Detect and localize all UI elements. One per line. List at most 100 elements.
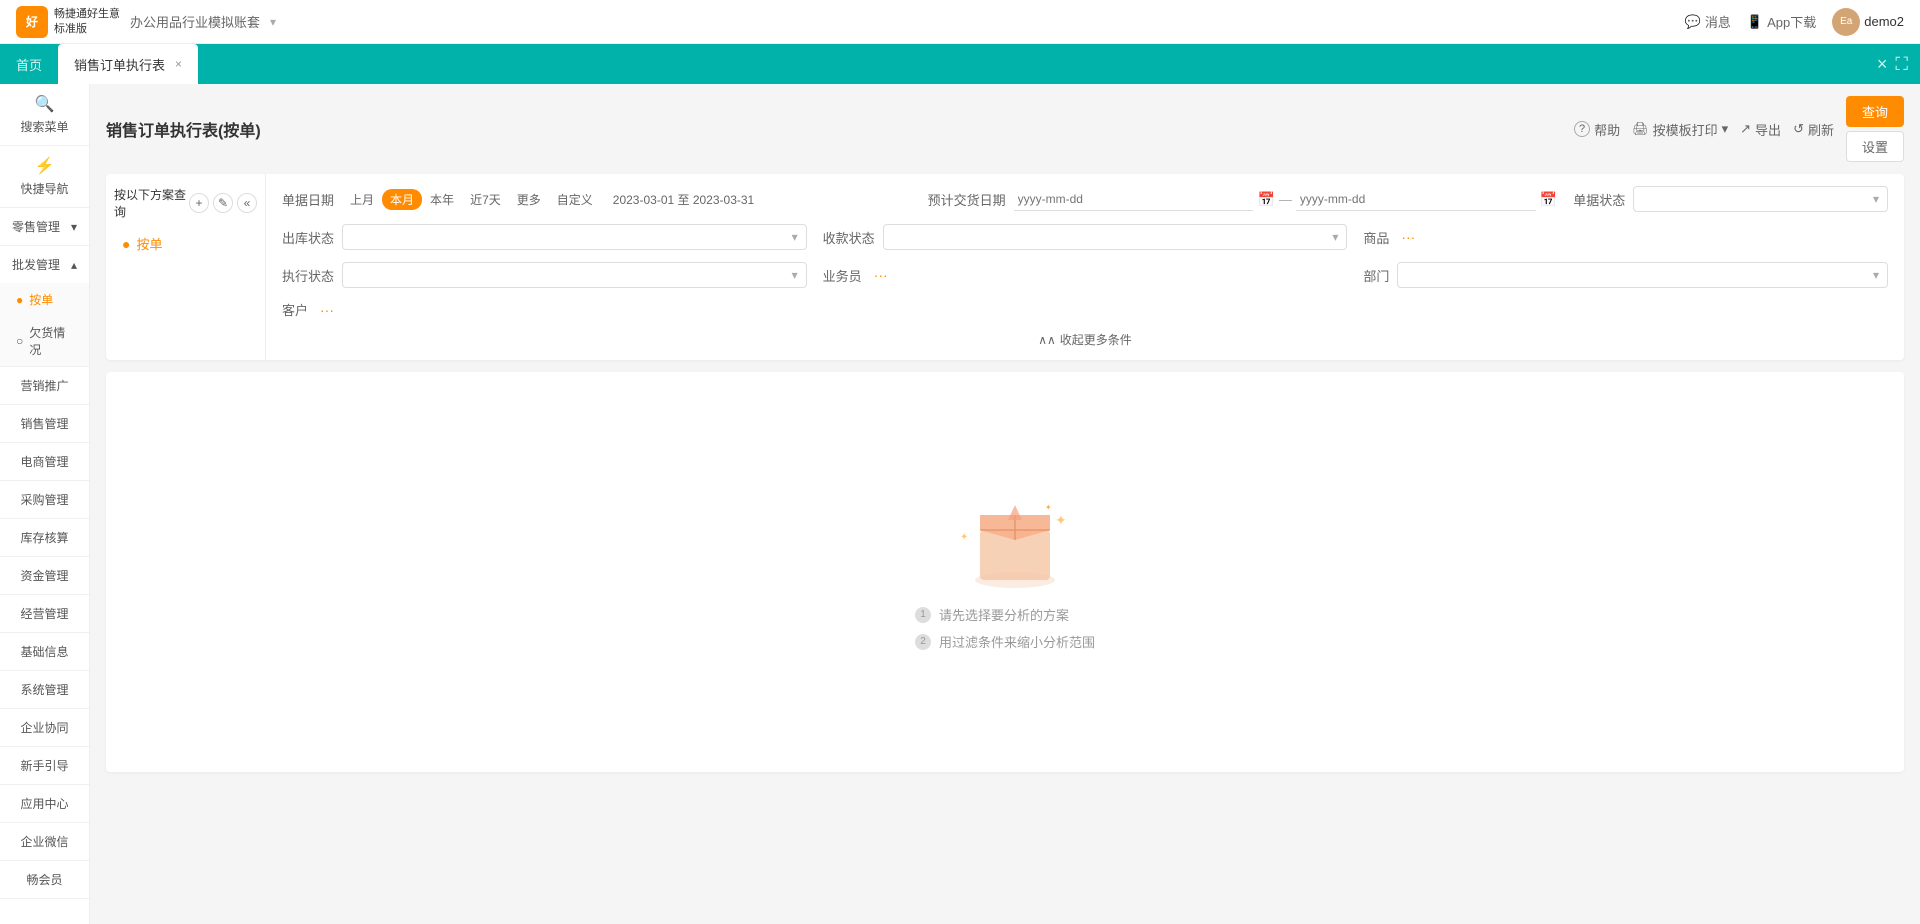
- query-button[interactable]: 查询: [1846, 96, 1904, 127]
- empty-tip-2: 2 用过滤条件来缩小分析范围: [915, 632, 1095, 651]
- filter-row-4: 客户 ···: [282, 300, 1888, 319]
- result-area: ✦ ✦ ✦ 1 请先选择要分析的方案 2 用过滤条件来缩小分析范围: [106, 372, 1904, 772]
- nav-icon: ⚡: [35, 156, 55, 176]
- receipt-label: 收款状态: [823, 228, 875, 247]
- search-icon: 🔍: [35, 94, 55, 114]
- sidebar-item-sales[interactable]: 销售管理: [0, 405, 89, 443]
- receipt-chevron-icon: ▾: [1332, 230, 1338, 244]
- empty-tip-1: 1 请先选择要分析的方案: [915, 605, 1095, 624]
- scheme-selector: 按以下方案查询 + ✎ «: [106, 174, 266, 360]
- date-tab-7days[interactable]: 近7天: [462, 189, 509, 210]
- svg-text:✦: ✦: [1055, 512, 1067, 528]
- calendar-start-icon[interactable]: 📅: [1257, 191, 1274, 208]
- top-bar-left: 好 畅捷通好生意 标准版 办公用品行业模拟账套 ▾: [16, 6, 276, 38]
- exec-label: 执行状态: [282, 266, 334, 285]
- help-btn[interactable]: ? 帮助: [1574, 120, 1620, 139]
- sidebar-item-finance[interactable]: 资金管理: [0, 557, 89, 595]
- sidebar-item-marketing[interactable]: 营销推广: [0, 367, 89, 405]
- product-label: 商品: [1363, 228, 1389, 247]
- sidebar-item-newbie[interactable]: 新手引导: [0, 747, 89, 785]
- sidebar-item-basic[interactable]: 基础信息: [0, 633, 89, 671]
- filter-group-sales: 业务员 ···: [823, 266, 1348, 285]
- date-range-display: 2023-03-01 至 2023-03-31: [613, 191, 754, 208]
- tab-close-icon[interactable]: ×: [175, 57, 182, 71]
- sidebar-sub-item-按单[interactable]: ● 按单: [0, 283, 89, 316]
- sidebar-item-inventory[interactable]: 库存核算: [0, 519, 89, 557]
- logo-text: 畅捷通好生意 标准版: [54, 7, 120, 36]
- print-btn[interactable]: 🖨 按模板打印 ▾: [1632, 120, 1728, 139]
- refresh-btn[interactable]: ↺ 刷新: [1793, 120, 1834, 139]
- sidebar-search[interactable]: 🔍 搜索菜单: [0, 84, 89, 146]
- sub-item-icon: ○: [16, 334, 23, 348]
- export-btn[interactable]: ↗ 导出: [1740, 120, 1781, 139]
- exec-chevron-icon: ▾: [792, 268, 798, 282]
- product-ellipsis-btn[interactable]: ···: [1397, 229, 1419, 245]
- sales-ellipsis-btn[interactable]: ···: [870, 267, 892, 283]
- message-icon: 💬: [1685, 14, 1701, 30]
- chevron-up-icon: ▴: [71, 258, 77, 272]
- sidebar-item-purchase[interactable]: 采购管理: [0, 481, 89, 519]
- tab-home[interactable]: 首页: [0, 44, 58, 84]
- date-tab-custom[interactable]: 自定义: [549, 189, 601, 210]
- expected-date-end[interactable]: [1296, 188, 1536, 211]
- sidebar-sub-item-欠货情况[interactable]: ○ 欠货情况: [0, 316, 89, 366]
- outbound-select[interactable]: ▾: [342, 224, 807, 250]
- sidebar-quick-nav[interactable]: ⚡ 快捷导航: [0, 146, 89, 208]
- filter-fields: 单据日期 上月 本月 本年 近7天 更多 自定义 2023-03-01 至 20…: [266, 174, 1904, 360]
- settings-button[interactable]: 设置: [1846, 131, 1904, 162]
- sidebar-section-retail: 零售管理 ▾: [0, 208, 89, 246]
- sidebar-item-app-center[interactable]: 应用中心: [0, 785, 89, 823]
- date-separator: —: [1279, 192, 1292, 207]
- date-label: 单据日期: [282, 190, 334, 209]
- date-tab-this-month[interactable]: 本月: [382, 189, 422, 210]
- status-select[interactable]: ▾: [1633, 186, 1888, 212]
- main-layout: 🔍 搜索菜单 ⚡ 快捷导航 零售管理 ▾ 批发管理 ▴ ● 按单: [0, 84, 1920, 924]
- customer-label: 客户: [282, 300, 308, 319]
- customer-ellipsis-btn[interactable]: ···: [316, 302, 338, 318]
- sidebar-item-ecommerce[interactable]: 电商管理: [0, 443, 89, 481]
- collapse-up-icon: ∧∧: [1038, 333, 1056, 347]
- page-header: 销售订单执行表(按单) ? 帮助 🖨 按模板打印 ▾ ↗ 导出: [106, 96, 1904, 162]
- date-tab-more[interactable]: 更多: [509, 189, 549, 210]
- message-btn[interactable]: 💬 消息: [1685, 12, 1731, 31]
- dept-select[interactable]: ▾: [1397, 262, 1888, 288]
- logo-icon: 好: [16, 6, 48, 38]
- refresh-icon: ↺: [1793, 121, 1804, 137]
- edit-scheme-btn[interactable]: ✎: [213, 193, 233, 213]
- dept-label: 部门: [1363, 266, 1389, 285]
- receipt-select[interactable]: ▾: [883, 224, 1348, 250]
- expected-date-start[interactable]: [1014, 188, 1254, 211]
- user-profile-btn[interactable]: Ea demo2: [1832, 8, 1904, 36]
- tab-bar: 首页 销售订单执行表 × × ⛶: [0, 44, 1920, 84]
- calendar-end-icon[interactable]: 📅: [1540, 191, 1557, 208]
- logo: 好 畅捷通好生意 标准版: [16, 6, 120, 38]
- filter-row-2: 出库状态 ▾ 收款状态 ▾: [282, 224, 1888, 250]
- add-scheme-btn[interactable]: +: [189, 193, 209, 213]
- sidebar-item-corp[interactable]: 企业协同: [0, 709, 89, 747]
- sidebar-item-corp-wechat[interactable]: 企业微信: [0, 823, 89, 861]
- date-tabs: 上月 本月 本年 近7天 更多 自定义: [342, 189, 601, 210]
- help-icon: ?: [1574, 121, 1590, 137]
- exec-select[interactable]: ▾: [342, 262, 807, 288]
- sidebar-item-ops[interactable]: 经营管理: [0, 595, 89, 633]
- scheme-item-按单[interactable]: ● 按单: [114, 228, 257, 259]
- collapse-icon: «: [244, 196, 251, 210]
- date-tab-last-month[interactable]: 上月: [342, 189, 382, 210]
- sidebar-sub-menu: ● 按单 ○ 欠货情况: [0, 283, 89, 366]
- date-tab-this-year[interactable]: 本年: [422, 189, 462, 210]
- maximize-window-btn[interactable]: ⛶: [1895, 55, 1908, 73]
- sidebar-item-member[interactable]: 畅会员: [0, 861, 89, 899]
- tip-2-num: 2: [915, 634, 931, 650]
- close-window-btn[interactable]: ×: [1877, 55, 1888, 73]
- filter-group-product: 商品 ···: [1363, 228, 1888, 247]
- sidebar-item-system[interactable]: 系统管理: [0, 671, 89, 709]
- dept-chevron-icon: ▾: [1873, 268, 1879, 282]
- sidebar-item-retail[interactable]: 零售管理 ▾: [0, 208, 89, 245]
- breadcrumb: 办公用品行业模拟账套: [130, 12, 260, 31]
- collapse-scheme-btn[interactable]: «: [237, 193, 257, 213]
- sidebar-item-wholesale[interactable]: 批发管理 ▴: [0, 246, 89, 283]
- app-download-btn[interactable]: 📱 App下载: [1747, 12, 1816, 31]
- tab-sales-order-exec[interactable]: 销售订单执行表 ×: [58, 44, 198, 84]
- collapse-btn[interactable]: ∧∧ 收起更多条件: [1038, 331, 1132, 348]
- filter-group-exec: 执行状态 ▾: [282, 262, 807, 288]
